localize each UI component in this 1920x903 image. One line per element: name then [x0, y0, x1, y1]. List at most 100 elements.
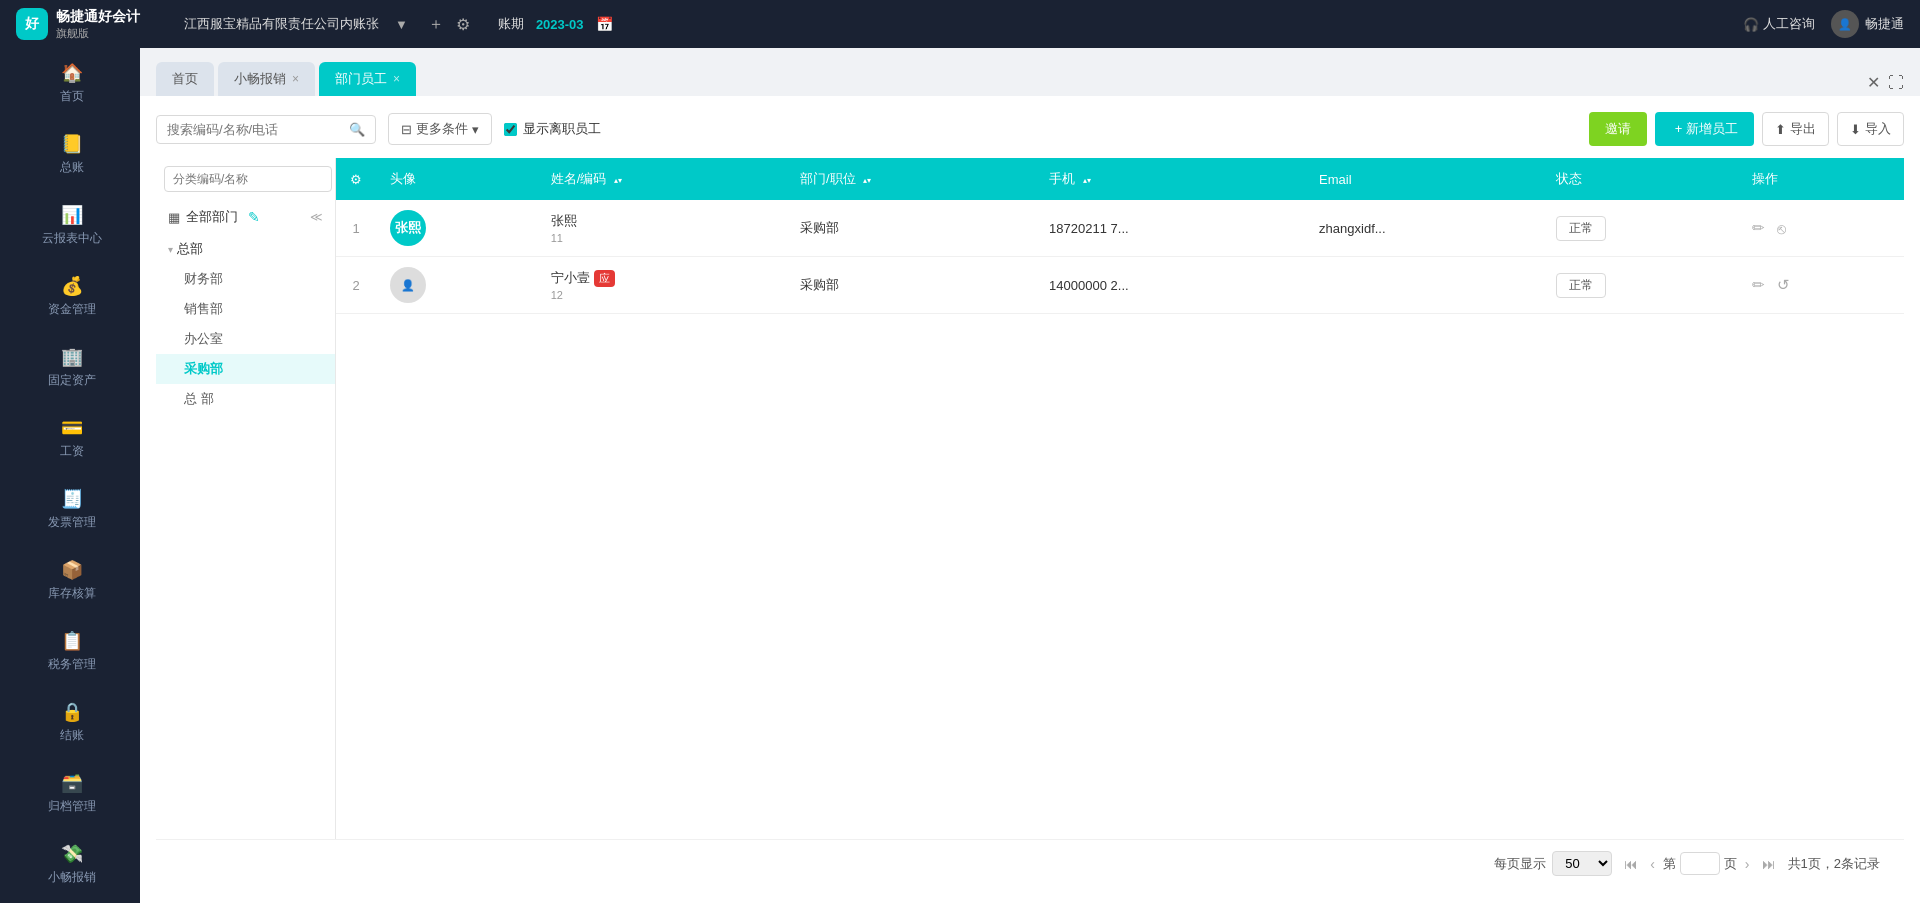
- expense-icon: 💸: [61, 843, 83, 865]
- page-first-icon[interactable]: ⏮: [1620, 854, 1642, 874]
- tab-home[interactable]: 首页: [156, 62, 214, 96]
- archive-icon: 🗃️: [61, 772, 83, 794]
- dept-collapse-icon[interactable]: ≪: [310, 210, 323, 224]
- sidebar-item-tax[interactable]: 📋 税务管理: [0, 616, 140, 687]
- add-icon[interactable]: ＋: [428, 14, 444, 35]
- invoice-icon: 🧾: [61, 488, 83, 510]
- dept-child-hq2[interactable]: 总 部: [156, 384, 335, 414]
- app-subtitle: 旗舰版: [56, 26, 140, 41]
- more-conditions-button[interactable]: ⊟ 更多条件 ▾: [388, 113, 492, 145]
- sidebar-item-inventory[interactable]: 📦 库存核算: [0, 545, 140, 616]
- import-button[interactable]: ⬇ 导入: [1837, 112, 1904, 146]
- dept-child-sales[interactable]: 销售部: [156, 294, 335, 324]
- sort-name-icon: ▴▾: [614, 177, 622, 185]
- dept-search-area: 🔍: [156, 166, 335, 200]
- show-resigned-checkbox[interactable]: 显示离职员工: [504, 120, 601, 138]
- row-dept-1: 采购部: [786, 200, 1035, 257]
- invite-button[interactable]: 邀请: [1589, 112, 1647, 146]
- dept-parent-headquarters[interactable]: ▾ 总部: [156, 234, 335, 264]
- sidebar-item-reports[interactable]: 📊 云报表中心: [0, 190, 140, 261]
- employee-table: ⚙ 头像 姓名/编码 ▴▾ 部门/职位 ▴▾: [336, 158, 1904, 314]
- fund-icon: 💰: [61, 275, 83, 297]
- app-logo: 好 畅捷通好会计 旗舰版: [16, 8, 156, 41]
- col-operation: 操作: [1738, 158, 1904, 200]
- dept-child-finance[interactable]: 财务部: [156, 264, 335, 294]
- page-suffix: 页: [1724, 855, 1737, 873]
- row-phone-1: 18720211 7...: [1035, 200, 1305, 257]
- period-value[interactable]: 2023-03: [536, 17, 584, 32]
- dept-headquarters-label: 总部: [177, 240, 203, 258]
- col-status: 状态: [1542, 158, 1738, 200]
- search-icon[interactable]: 🔍: [349, 122, 365, 137]
- tab-expand-icon[interactable]: ⛶: [1888, 74, 1904, 92]
- edit-icon-2[interactable]: ✏: [1752, 276, 1765, 294]
- tab-dept-employee[interactable]: 部门员工 ×: [319, 62, 416, 96]
- row-status-1: 正常: [1542, 200, 1738, 257]
- dept-search-input[interactable]: [164, 166, 332, 192]
- search-input[interactable]: [167, 122, 343, 137]
- edit-icon-1[interactable]: ✏: [1752, 219, 1765, 237]
- sidebar-item-home[interactable]: 🏠 首页: [0, 48, 140, 119]
- tab-expense-close-icon[interactable]: ×: [292, 72, 299, 86]
- row-ops-2: ✏ ↺: [1738, 257, 1904, 314]
- col-phone[interactable]: 手机 ▴▾: [1035, 158, 1305, 200]
- topbar-settings-icon[interactable]: ⚙: [456, 15, 470, 34]
- col-settings[interactable]: ⚙: [336, 158, 376, 200]
- filter-icon: ⊟: [401, 122, 412, 137]
- sidebar-item-fixed-assets[interactable]: 🏢 固定资产: [0, 332, 140, 403]
- page-nav: ⏮ ‹ 第 1 页 › ⏭: [1620, 852, 1779, 875]
- page-last-icon[interactable]: ⏭: [1758, 854, 1780, 874]
- sidebar-item-salary[interactable]: 💳 工资: [0, 403, 140, 474]
- tab-close-all-icon[interactable]: ✕: [1867, 73, 1880, 92]
- sort-phone-icon: ▴▾: [1083, 177, 1091, 185]
- sidebar-item-fund[interactable]: 💰 资金管理: [0, 261, 140, 332]
- show-resigned-input[interactable]: [504, 123, 517, 136]
- page-prev-icon[interactable]: ‹: [1646, 854, 1659, 874]
- sidebar-label-expense: 小畅报销: [48, 869, 96, 886]
- page-next-icon[interactable]: ›: [1741, 854, 1754, 874]
- col-name-code[interactable]: 姓名/编码 ▴▾: [537, 158, 786, 200]
- tab-expense[interactable]: 小畅报销 ×: [218, 62, 315, 96]
- export-icon: ⬆: [1775, 122, 1786, 137]
- tax-icon: 📋: [61, 630, 83, 652]
- inventory-icon: 📦: [61, 559, 83, 581]
- tab-dept-close-icon[interactable]: ×: [393, 72, 400, 86]
- avatar: 👤: [1831, 10, 1859, 38]
- user-menu[interactable]: 👤 畅捷通: [1831, 10, 1904, 38]
- sidebar-item-general-ledger[interactable]: 📒 总账: [0, 119, 140, 190]
- sidebar-label-fund: 资金管理: [48, 301, 96, 318]
- dept-edit-icon[interactable]: ✎: [248, 209, 260, 225]
- dept-all-item[interactable]: ▦ 全部部门 ✎ ≪: [156, 200, 335, 234]
- company-dropdown-icon[interactable]: ▼: [395, 17, 408, 32]
- sidebar-item-invoice[interactable]: 🧾 发票管理: [0, 474, 140, 545]
- row-email-1: zhangxidf...: [1305, 200, 1542, 257]
- export-button[interactable]: ⬆ 导出: [1762, 112, 1829, 146]
- refresh-icon-2[interactable]: ↺: [1777, 276, 1790, 294]
- dept-child-purchase[interactable]: 采购部: [156, 354, 335, 384]
- per-page-select[interactable]: 10 20 50 100: [1552, 851, 1612, 876]
- content-area: 首页 小畅报销 × 部门员工 × ✕ ⛶ 🔍: [140, 48, 1920, 903]
- page-num-input[interactable]: 1: [1680, 852, 1720, 875]
- add-employee-button[interactable]: + 新增员工: [1655, 112, 1754, 146]
- sidebar: 🏠 首页 📒 总账 📊 云报表中心 💰 资金管理 🏢 固定资产 💳 工资 🧾 发…: [0, 48, 140, 903]
- calendar-icon[interactable]: 📅: [596, 16, 613, 32]
- logout-icon-1[interactable]: ⎋: [1777, 220, 1786, 237]
- dept-all-label: 全部部门: [186, 208, 238, 226]
- salary-icon: 💳: [61, 417, 83, 439]
- dept-child-office[interactable]: 办公室: [156, 324, 335, 354]
- sidebar-label-assets: 固定资产: [48, 372, 96, 389]
- row-ops-1: ✏ ⎋: [1738, 200, 1904, 257]
- sidebar-label-home: 首页: [60, 88, 84, 105]
- search-box: 🔍: [156, 115, 376, 144]
- action-buttons: 邀请 + 新增员工 ⬆ 导出 ⬇ 导入: [1589, 112, 1904, 146]
- col-dept-position[interactable]: 部门/职位 ▴▾: [786, 158, 1035, 200]
- sidebar-label-salary: 工资: [60, 443, 84, 460]
- sidebar-item-expense[interactable]: 💸 小畅报销: [0, 829, 140, 900]
- sidebar-item-archive[interactable]: 🗃️ 归档管理: [0, 758, 140, 829]
- home-icon: 🏠: [61, 62, 83, 84]
- service-button[interactable]: 🎧 人工咨询: [1743, 15, 1815, 33]
- sidebar-item-close[interactable]: 🔒 结账: [0, 687, 140, 758]
- headset-icon: 🎧: [1743, 17, 1759, 32]
- row-email-2: [1305, 257, 1542, 314]
- dept-group: ▾ 总部 财务部 销售部 办公室 采购部: [156, 234, 335, 414]
